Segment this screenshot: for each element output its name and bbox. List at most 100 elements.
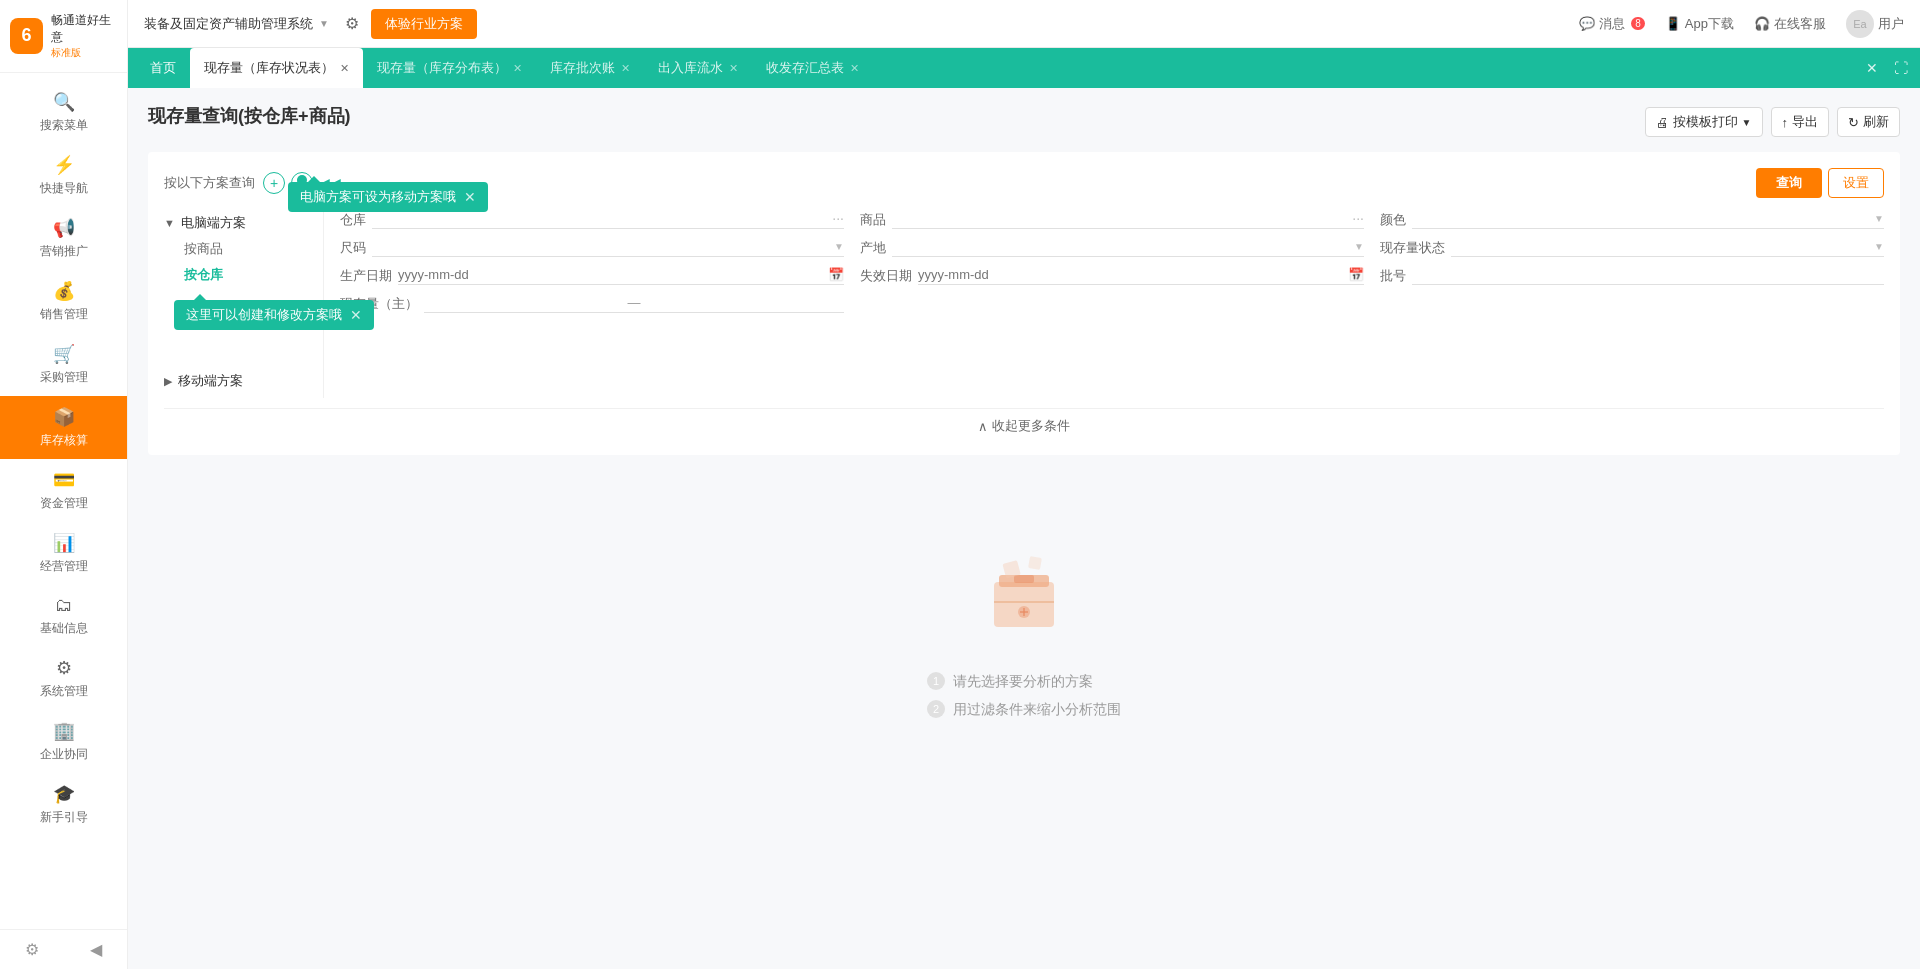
- filter-header: 按以下方案查询 + ✎ ◀◀ 电脑方案可设为移动方案哦 ✕: [164, 168, 1884, 198]
- sidebar-menu: 🔍 搜索菜单 ⚡ 快捷导航 📢 营销推广 💰 销售管理 🛒 采购管理 📦 库存核…: [0, 73, 127, 929]
- qty-from-input[interactable]: [424, 295, 622, 310]
- sidebar-item-operations[interactable]: 📊 经营管理: [0, 522, 127, 585]
- tab-close-inout-flow[interactable]: ✕: [729, 62, 738, 75]
- sidebar-item-sales[interactable]: 💰 销售管理: [0, 270, 127, 333]
- page-title: 现存量查询(按仓库+商品): [148, 104, 351, 128]
- sidebar-item-finance[interactable]: 💳 资金管理: [0, 459, 127, 522]
- basic-icon: 🗂: [55, 595, 73, 616]
- logo-text: 畅通道好生意 标准版: [51, 12, 117, 60]
- empty-state: 1 请先选择要分析的方案 2 用过滤条件来缩小分析范围: [148, 467, 1900, 803]
- scheme-group-mobile-header[interactable]: ▶ 移动端方案: [164, 368, 315, 394]
- scheme-tooltip-close[interactable]: ✕: [464, 189, 476, 205]
- goods-input[interactable]: [892, 211, 1348, 226]
- stock-status-field: 现存量状态 ▼: [1380, 239, 1884, 257]
- username-label: 用户: [1878, 15, 1904, 33]
- produce-date-field: 生产日期 📅: [340, 267, 844, 285]
- scheme-item-by-warehouse[interactable]: 按仓库: [164, 262, 315, 288]
- tip-num-1: 1: [927, 672, 945, 690]
- search-icon: 🔍: [53, 91, 75, 113]
- svg-rect-2: [1014, 575, 1034, 583]
- tab-close-batch-ledger[interactable]: ✕: [621, 62, 630, 75]
- export-button[interactable]: ↑ 导出: [1771, 107, 1830, 137]
- system-name[interactable]: 装备及固定资产辅助管理系统 ▼: [144, 15, 329, 33]
- export-icon: ↑: [1782, 115, 1789, 130]
- stock-status-chevron-icon[interactable]: ▼: [1874, 241, 1884, 252]
- sidebar-item-system[interactable]: ⚙ 系统管理: [0, 647, 127, 710]
- qty-to-input[interactable]: [647, 295, 845, 310]
- tab-batch-ledger[interactable]: 库存批次账 ✕: [536, 48, 644, 88]
- batch-input[interactable]: [1412, 267, 1884, 282]
- close-all-tabs-icon[interactable]: ✕: [1862, 56, 1882, 80]
- pc-group-arrow-icon: ▼: [164, 217, 175, 229]
- collapse-up-icon: ∧: [978, 419, 988, 434]
- produce-date-cal-icon[interactable]: 📅: [828, 267, 844, 282]
- topbar-gear-icon[interactable]: ⚙: [345, 14, 359, 33]
- guide-icon: 🎓: [53, 783, 75, 805]
- query-button[interactable]: 查询: [1756, 168, 1822, 198]
- operations-icon: 📊: [53, 532, 75, 554]
- collapse-sidebar-icon[interactable]: ◀: [90, 940, 102, 959]
- size-input[interactable]: [372, 239, 834, 254]
- app-download-item[interactable]: 📱 App下载: [1665, 15, 1734, 33]
- user-avatar: Ea: [1846, 10, 1874, 38]
- template-print-button[interactable]: 🖨 按模板打印 ▼: [1645, 107, 1763, 137]
- tab-close-collect-summary[interactable]: ✕: [850, 62, 859, 75]
- batch-label: 批号: [1380, 267, 1406, 285]
- scheme-item-by-goods[interactable]: 按商品: [164, 236, 315, 262]
- tabs-bar: 首页 现存量（库存状况表） ✕ 现存量（库存分布表） ✕ 库存批次账 ✕ 出入库…: [128, 48, 1920, 88]
- warehouse-dots-icon[interactable]: ···: [832, 210, 844, 226]
- warehouse-field: 仓库 ···: [340, 210, 844, 229]
- sidebar-item-search[interactable]: 🔍 搜索菜单: [0, 81, 127, 144]
- tab-home[interactable]: 首页: [136, 48, 190, 88]
- sidebar-item-inventory[interactable]: 📦 库存核算: [0, 396, 127, 459]
- produce-date-input[interactable]: [398, 267, 824, 282]
- sidebar-item-guide[interactable]: 🎓 新手引导: [0, 773, 127, 836]
- origin-input[interactable]: [892, 239, 1354, 254]
- sidebar-item-marketing[interactable]: 📢 营销推广: [0, 207, 127, 270]
- size-chevron-icon[interactable]: ▼: [834, 241, 844, 252]
- edit-tooltip-close[interactable]: ✕: [350, 307, 362, 323]
- scheme-group-pc-header[interactable]: ▼ 电脑端方案: [164, 210, 315, 236]
- collapse-row: ∧ 收起更多条件: [164, 408, 1884, 439]
- settings-button[interactable]: 设置: [1828, 168, 1884, 198]
- sidebar-item-basic[interactable]: 🗂 基础信息: [0, 585, 127, 647]
- online-support-item[interactable]: 🎧 在线客服: [1754, 15, 1826, 33]
- tab-close-inventory-dist[interactable]: ✕: [513, 62, 522, 75]
- collapse-button[interactable]: ∧ 收起更多条件: [978, 417, 1070, 435]
- user-item[interactable]: Ea 用户: [1846, 10, 1904, 38]
- produce-date-label: 生产日期: [340, 267, 392, 285]
- quicknav-icon: ⚡: [53, 154, 75, 176]
- logo-icon: 6: [10, 18, 43, 54]
- settings-bottom-icon[interactable]: ⚙: [25, 940, 39, 959]
- color-input[interactable]: [1412, 211, 1874, 226]
- tab-collect-summary[interactable]: 收发存汇总表 ✕: [752, 48, 873, 88]
- inventory-icon: 📦: [53, 406, 75, 428]
- filter-body: ▼ 电脑端方案 按商品 按仓库 这里可以创建和修改方案哦 ✕: [164, 210, 1884, 398]
- color-chevron-icon[interactable]: ▼: [1874, 213, 1884, 224]
- origin-chevron-icon[interactable]: ▼: [1354, 241, 1364, 252]
- tab-inventory-dist[interactable]: 现存量（库存分布表） ✕: [363, 48, 536, 88]
- sales-icon: 💰: [53, 280, 75, 302]
- edit-tooltip: 这里可以创建和修改方案哦 ✕: [174, 300, 374, 330]
- warehouse-input[interactable]: [372, 211, 828, 226]
- tab-close-inventory-status[interactable]: ✕: [340, 62, 349, 75]
- solution-button[interactable]: 体验行业方案: [371, 9, 477, 39]
- batch-field: 批号: [1380, 267, 1884, 285]
- sidebar-item-quicknav[interactable]: ⚡ 快捷导航: [0, 144, 127, 207]
- qty-field: 现存量（主） —: [340, 295, 844, 313]
- expand-tabs-icon[interactable]: ⛶: [1890, 56, 1912, 80]
- expire-date-cal-icon[interactable]: 📅: [1348, 267, 1364, 282]
- add-scheme-button[interactable]: +: [263, 172, 285, 194]
- message-badge: 8: [1631, 17, 1645, 30]
- tab-inventory-status[interactable]: 现存量（库存状况表） ✕: [190, 48, 363, 88]
- message-item[interactable]: 💬 消息 8: [1579, 15, 1645, 33]
- tab-inout-flow[interactable]: 出入库流水 ✕: [644, 48, 752, 88]
- expire-date-input[interactable]: [918, 267, 1344, 282]
- refresh-button[interactable]: ↻ 刷新: [1837, 107, 1900, 137]
- filter-row-2: 尺码 ▼ 产地 ▼: [340, 239, 1884, 257]
- sidebar-item-purchase[interactable]: 🛒 采购管理: [0, 333, 127, 396]
- sidebar-item-enterprise[interactable]: 🏢 企业协同: [0, 710, 127, 773]
- topbar: 装备及固定资产辅助管理系统 ▼ ⚙ 体验行业方案 💬 消息 8 📱 App下载 …: [128, 0, 1920, 48]
- goods-dots-icon[interactable]: ···: [1352, 210, 1364, 226]
- stock-status-input[interactable]: [1451, 239, 1874, 254]
